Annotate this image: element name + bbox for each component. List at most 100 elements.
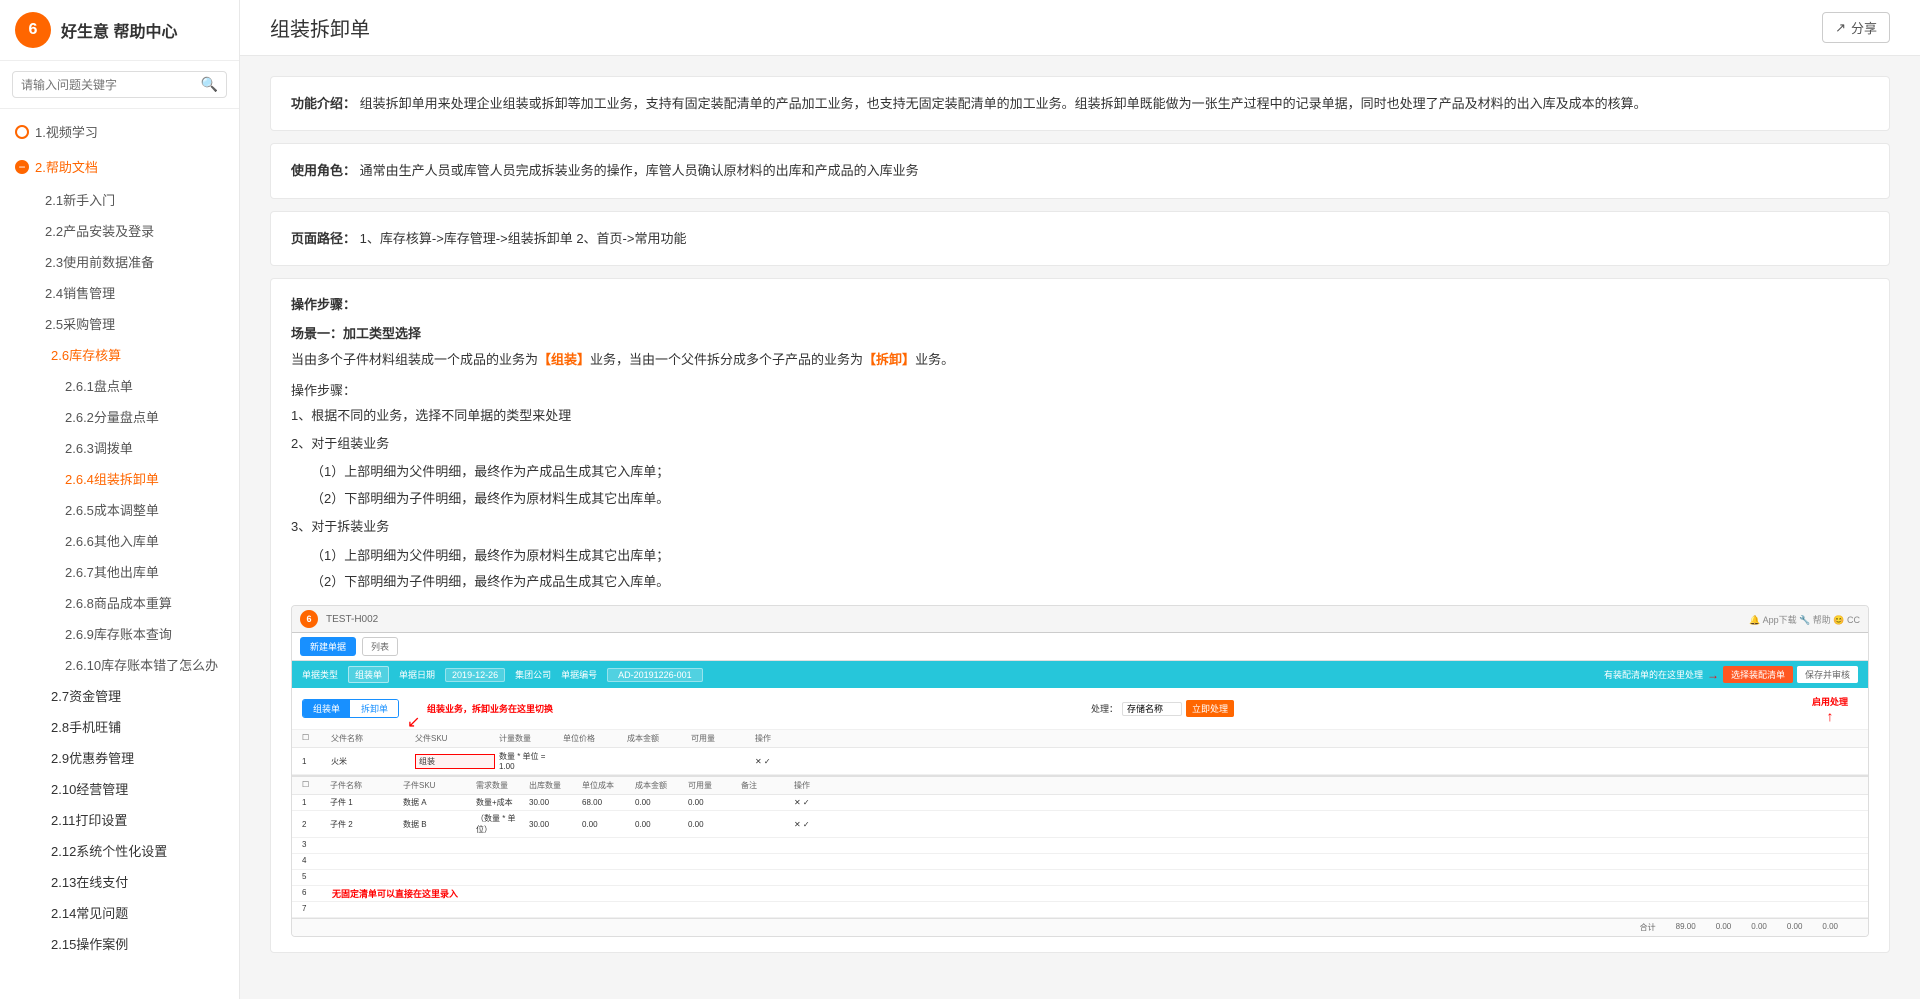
mock-child-unit-c: 68.00 <box>582 798 632 807</box>
mock-order-no-value: AD-20191226-001 <box>607 668 703 682</box>
feature-intro-section: 功能介绍： 组装拆卸单用来处理企业组装或拆卸等加工业务，支持有固定装配清单的产品… <box>270 76 1890 131</box>
sidebar-item-print[interactable]: 2.11打印设置 <box>35 804 239 835</box>
app-title: 好生意 帮助中心 <box>61 18 177 42</box>
mock-row-action: ✕ ✓ <box>755 757 805 766</box>
mock-assembly-tab[interactable]: 组装单 <box>303 700 350 717</box>
sidebar-item-system[interactable]: 2.12系统个性化设置 <box>35 835 239 866</box>
sidebar-item-cases[interactable]: 2.15操作案例 <box>35 928 239 959</box>
mock-child-avail: 0.00 <box>688 798 738 807</box>
sidebar-item-online-pay[interactable]: 2.13在线支付 <box>35 866 239 897</box>
mock-disassembly-tab[interactable]: 拆卸单 <box>351 700 398 717</box>
share-button[interactable]: ↗ 分享 <box>1822 12 1890 43</box>
sidebar-item-cost-calc[interactable]: 2.6.8商品成本重算 <box>55 587 239 618</box>
mock-other-btn[interactable]: 保存并审核 <box>1797 666 1858 683</box>
sidebar-item-other-out[interactable]: 2.6.7其他出库单 <box>55 556 239 587</box>
sidebar-item-inventory[interactable]: 2.6库存核算 <box>35 339 239 370</box>
expand-icon <box>15 125 29 139</box>
sidebar-item-other-in[interactable]: 2.6.6其他入库单 <box>55 525 239 556</box>
mock-nav-btn-list[interactable]: 列表 <box>362 637 398 656</box>
sidebar-item-stock-count[interactable]: 2.6.1盘点单 <box>55 370 239 401</box>
mock-table-header-parent: ☐ 父件名称 父件SKU 计量数量 单位价格 成本金额 可用量 操作 <box>292 730 1868 748</box>
mock-go-btn[interactable]: 立即处理 <box>1186 700 1234 717</box>
mock-type-toggle: 组装单 拆卸单 <box>302 699 399 718</box>
mock-test-id: TEST-H002 <box>326 614 378 625</box>
mock-col-unit: 单位价格 <box>563 733 623 744</box>
mock-child-sku: 子件SKU <box>403 780 473 791</box>
mock-total-amt3: 0.00 <box>1751 922 1767 933</box>
mock-child-sku-val2: 数据 B <box>403 819 473 830</box>
mock-annotation2-area: 组装业务，拆卸业务在这里切换 ↙ <box>427 702 553 715</box>
mock-process-input[interactable] <box>1122 702 1182 716</box>
sidebar-item-ops[interactable]: 2.10经营管理 <box>35 773 239 804</box>
scenario1-desc: 当由多个子件材料组装成一个成品的业务为【组装】业务，当由一个父件拆分成多个子产品… <box>291 348 1869 371</box>
ops-section: 操作步骤： 场景一：加工类型选择 当由多个子件材料组装成一个成品的业务为【组装】… <box>270 278 1890 953</box>
mock-total-label: 合计 <box>1640 922 1656 933</box>
search-input[interactable] <box>21 78 201 92</box>
mock-child-available: 可用量 <box>688 780 738 791</box>
sidebar-item-adjust[interactable]: 2.6.3调拨单 <box>55 432 239 463</box>
mock-child-num: 1 <box>302 798 327 807</box>
mock-col-parent-name: 父件名称 <box>331 733 411 744</box>
sidebar-item-cost-adjust[interactable]: 2.6.5成本调整单 <box>55 494 239 525</box>
mock-child-cost-amt: 成本金额 <box>635 780 685 791</box>
sidebar-item-data-prep[interactable]: 2.3使用前数据准备 <box>35 246 239 277</box>
mock-table-header-child: ☐ 子件名称 子件SKU 需求数量 出库数量 单位成本 成本金额 可用量 备注 … <box>292 775 1868 795</box>
mock-arrow1: → <box>1707 668 1719 682</box>
step2: 2、对于组装业务 <box>291 432 1869 455</box>
role-label: 使用角色： <box>291 163 356 178</box>
mock-nav-btn-new[interactable]: 新建单据 <box>300 637 356 656</box>
sidebar-item-faq[interactable]: 2.14常见问题 <box>35 897 239 928</box>
sidebar-item-book-query[interactable]: 2.6.9库存账本查询 <box>55 618 239 649</box>
sidebar-item-label: 2.8手机旺铺 <box>51 717 121 736</box>
step2-sub2: （2）下部明细为子件明细，最终作为原材料生成其它出库单。 <box>311 487 1869 510</box>
sidebar-item-mobile[interactable]: 2.8手机旺铺 <box>35 711 239 742</box>
role-section: 使用角色： 通常由生产人员或库管人员完成拆装业务的操作，库管人员确认原材料的出库… <box>270 143 1890 198</box>
mock-arrow3: ↑ <box>1812 708 1848 724</box>
nav-menu: 1.视频学习 2.帮助文档 2.1新手入门 2.2产品安装及登录 2.3使用前数… <box>0 109 239 999</box>
mock-annotation-area: 有装配清单的在这里处理 → 选择装配清单 保存并审核 <box>1604 666 1858 683</box>
mock-child-cost-a: 0.00 <box>635 798 685 807</box>
sidebar-item-video[interactable]: 1.视频学习 <box>0 114 239 149</box>
sidebar-item-sales[interactable]: 2.4销售管理 <box>35 277 239 308</box>
mock-annotation4: 无固定清单可以直接在这里录入 <box>332 887 458 900</box>
sidebar-item-finance[interactable]: 2.7资金管理 <box>35 680 239 711</box>
mock-child-name2: 子件 2 <box>330 819 400 830</box>
path-section: 页面路径： 1、库存核算->库存管理->组装拆卸单 2、首页->常用功能 <box>270 211 1890 266</box>
mock-child-num6: 6 <box>302 888 306 897</box>
mock-red-input[interactable]: 组装 <box>415 754 495 769</box>
sidebar-header: 6 好生意 帮助中心 <box>0 0 239 61</box>
sidebar-item-book-error[interactable]: 2.6.10库存账本错了怎么办 <box>55 649 239 680</box>
ops-title: 操作步骤： <box>291 294 1869 313</box>
mock-col-available: 可用量 <box>691 733 751 744</box>
mock-child-check: ☐ <box>302 780 327 791</box>
sidebar-item-coupon[interactable]: 2.9优惠券管理 <box>35 742 239 773</box>
mock-child-qty-o2: 30.00 <box>529 820 579 829</box>
mock-total-amt2: 0.00 <box>1716 922 1732 933</box>
mock-annotation1: 有装配清单的在这里处理 <box>1604 668 1703 681</box>
page-title: 组装拆卸单 <box>270 13 370 42</box>
mock-date-label: 单据日期 <box>399 668 435 681</box>
mock-select-btn[interactable]: 选择装配清单 <box>1723 666 1793 683</box>
sidebar-item-new-user[interactable]: 2.1新手入门 <box>35 184 239 215</box>
mock-table-row-parent: 1 火米 组装 数量 * 单位 = 1.00 ✕ ✓ <box>292 748 1868 775</box>
sidebar-item-assembly[interactable]: 2.6.4组装拆卸单 <box>55 463 239 494</box>
sidebar-item-install[interactable]: 2.2产品安装及登录 <box>35 215 239 246</box>
search-icon[interactable]: 🔍 <box>201 76 218 93</box>
mock-type-tabs-row: 组装单 拆卸单 组装业务，拆卸业务在这里切换 ↙ 处理： 立即处理 <box>292 688 1868 730</box>
mock-col-qty: 计量数量 <box>499 733 559 744</box>
mock-child-row-5: 5 <box>292 870 1868 886</box>
mock-footer-total: 合计 89.00 0.00 0.00 0.00 0.00 <box>292 918 1868 936</box>
sidebar-item-docs[interactable]: 2.帮助文档 <box>0 149 239 184</box>
mock-total-amt4: 0.00 <box>1787 922 1803 933</box>
disassembly-highlight: 【拆卸】 <box>863 352 915 367</box>
path-text: 1、库存核算->库存管理->组装拆卸单 2、首页->常用功能 <box>360 231 687 246</box>
sidebar-item-label: 2.帮助文档 <box>35 157 98 176</box>
mock-type-value: 组装单 <box>348 666 389 683</box>
share-icon: ↗ <box>1835 20 1846 36</box>
mock-child-qty-n: 数量+成本 <box>476 797 526 808</box>
mock-child-avail2: 0.00 <box>688 820 738 829</box>
mock-child-row-6: 6 无固定清单可以直接在这里录入 <box>292 886 1868 902</box>
search-wrapper[interactable]: 🔍 <box>12 71 227 98</box>
sidebar-item-purchase[interactable]: 2.5采购管理 <box>35 308 239 339</box>
sidebar-item-partial-count[interactable]: 2.6.2分量盘点单 <box>55 401 239 432</box>
